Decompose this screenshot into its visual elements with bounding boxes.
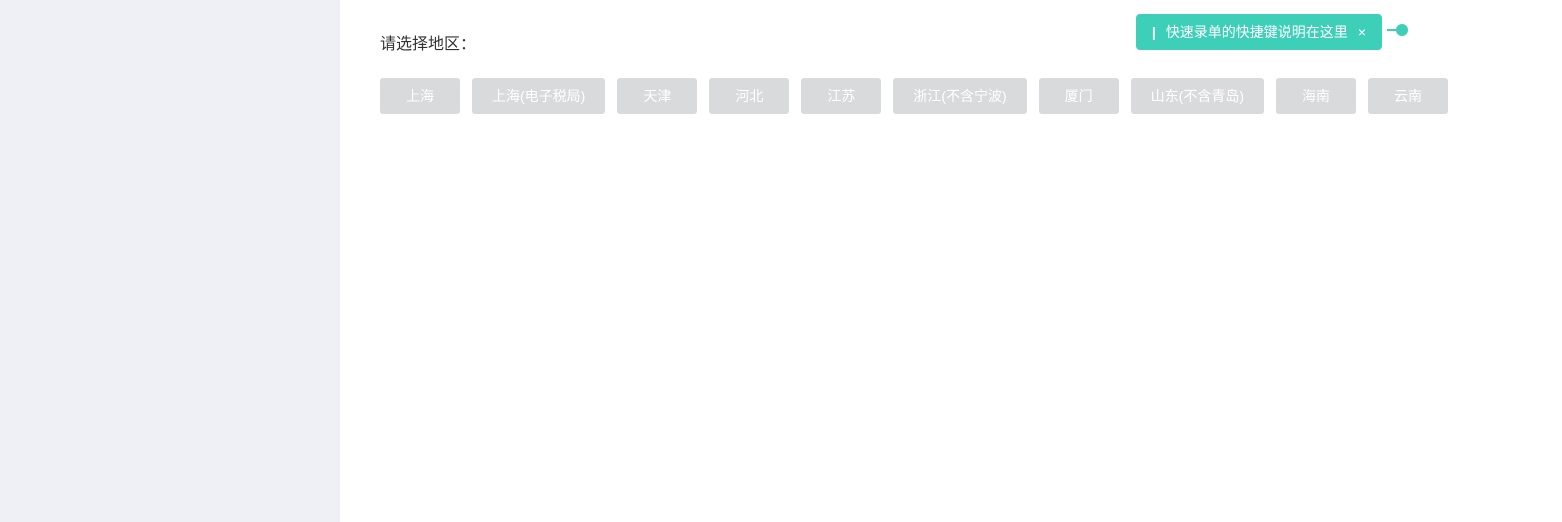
region-button-shandong[interactable]: 山东(不含青岛)	[1131, 78, 1264, 114]
region-buttons: 上海上海(电子税局) 天津河北江苏浙江(不含宁波) 厦门山东(不含青岛) 海南云南	[380, 78, 1522, 114]
region-button-shanghai-etax[interactable]: 上海(电子税局)	[472, 78, 605, 114]
sidebar	[0, 0, 340, 522]
region-button-tianjin[interactable]: 天津	[617, 78, 697, 114]
region-button-zhejiang[interactable]: 浙江(不含宁波)	[893, 78, 1026, 114]
region-button-hebei[interactable]: 河北	[709, 78, 789, 114]
region-button-yunnan[interactable]: 云南	[1368, 78, 1448, 114]
tooltip-banner: 快速录单的快捷键说明在这里 ×	[1136, 14, 1382, 50]
region-button-jiangsu[interactable]: 江苏	[801, 78, 881, 114]
main-content: 请选择地区： 上海上海(电子税局)天津河北江苏浙江(不含宁波)厦门山东(不含青岛…	[340, 0, 1562, 522]
region-button-xiamen[interactable]: 厦门	[1039, 78, 1119, 114]
tooltip-dot	[1396, 24, 1408, 36]
tooltip-close-button[interactable]: ×	[1358, 24, 1366, 40]
tooltip-text: 快速录单的快捷键说明在这里	[1166, 22, 1348, 42]
region-button-hainan[interactable]: 海南	[1276, 78, 1356, 114]
region-button-shanghai[interactable]: 上海	[380, 78, 460, 114]
